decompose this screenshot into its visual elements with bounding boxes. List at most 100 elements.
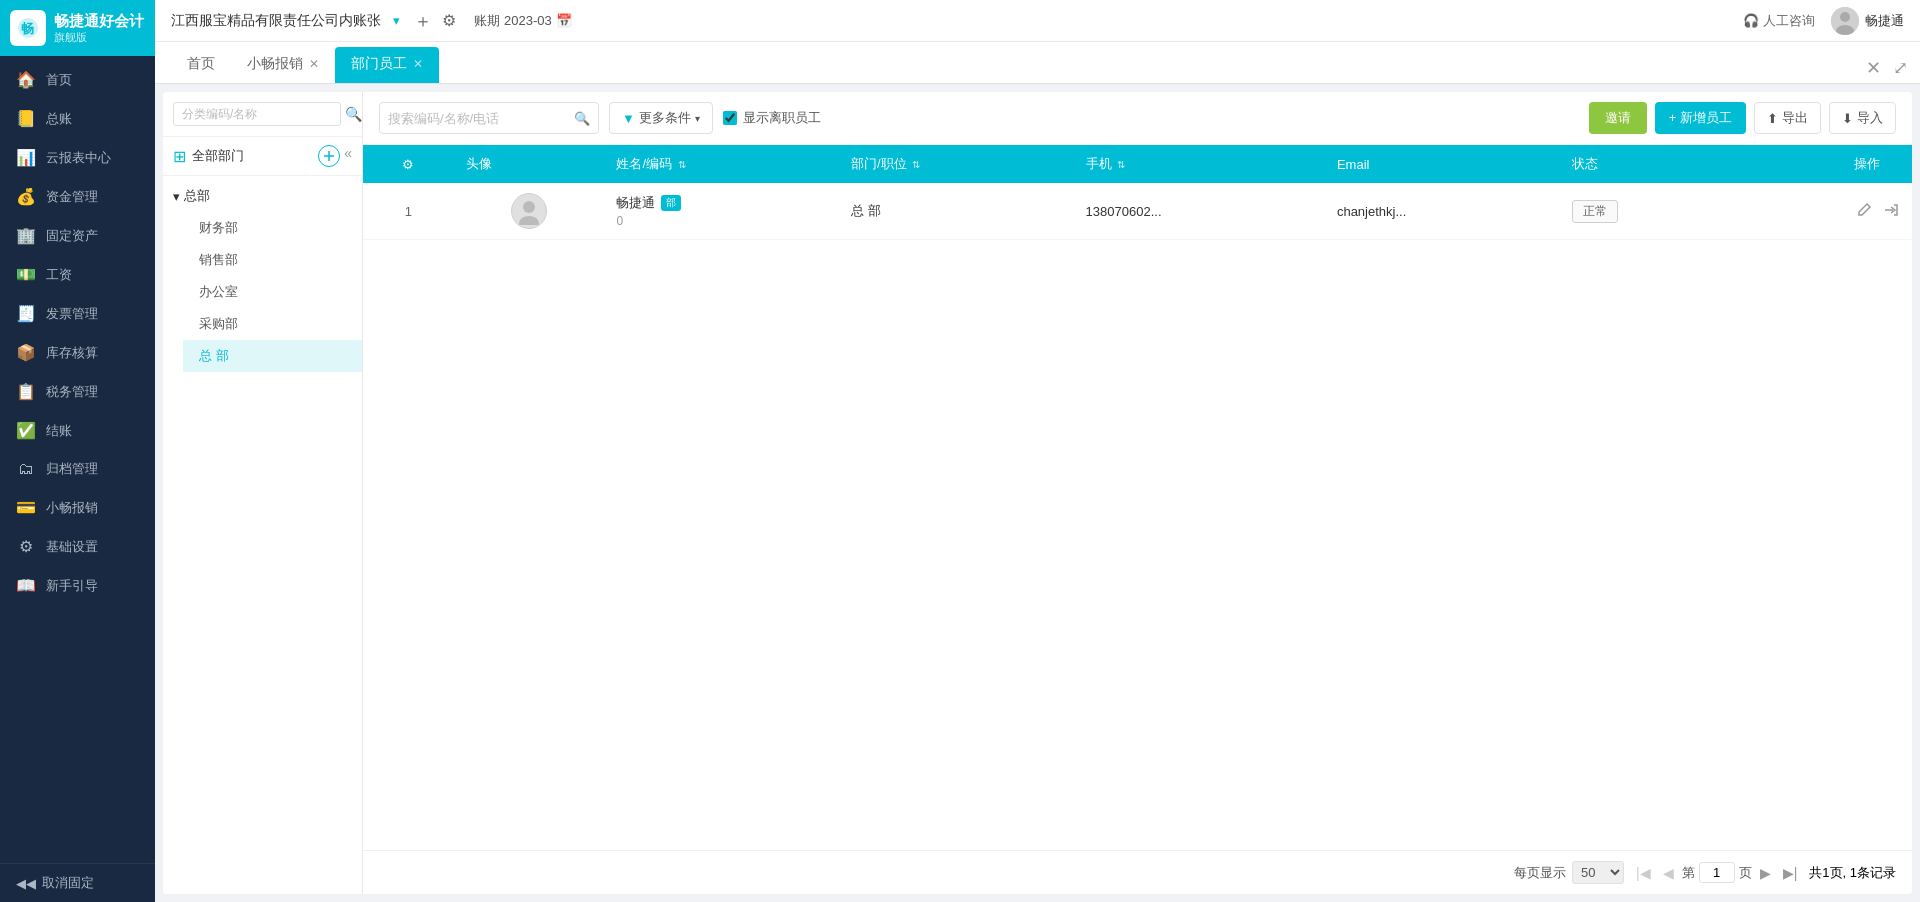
user-btn[interactable]: 畅捷通 — [1831, 7, 1904, 35]
sort-phone-icon: ⇅ — [1117, 159, 1125, 170]
service-btn[interactable]: 🎧 人工咨询 — [1743, 12, 1815, 30]
per-page-select[interactable]: 50 10 20 100 — [1572, 861, 1624, 884]
tab-xiaochang-close[interactable]: ✕ — [309, 57, 319, 71]
dept-general-dept-label: 总 部 — [199, 347, 229, 365]
show-resigned-checkbox[interactable] — [723, 111, 737, 125]
edit-icon[interactable] — [1856, 202, 1872, 221]
prev-page-btn[interactable]: ◀ — [1659, 863, 1678, 883]
tab-close-btn[interactable]: ✕ — [1862, 53, 1885, 83]
row-email: chanjethkj... — [1325, 183, 1560, 240]
employee-avatar — [511, 193, 547, 229]
sidebar-item-tax[interactable]: 📋 税务管理 — [0, 372, 155, 411]
collapse-icon[interactable]: « — [344, 145, 352, 167]
dept-purchase-label: 采购部 — [199, 315, 238, 333]
user-name: 畅捷通 — [1865, 12, 1904, 30]
main-area: 江西服宝精品有限责任公司内账张 ▾ ＋ ⚙ 账期 2023-03 📅 🎧 人工咨… — [155, 0, 1920, 902]
sidebar-item-ledger[interactable]: 📒 总账 — [0, 99, 155, 138]
settle-icon: ✅ — [16, 421, 36, 440]
dept-item-office[interactable]: 办公室 — [183, 276, 362, 308]
sidebar-item-salary[interactable]: 💵 工资 — [0, 255, 155, 294]
period-value: 2023-03 — [504, 13, 552, 28]
sidebar-label-settle: 结账 — [46, 422, 72, 440]
dept-search-icon[interactable]: 🔍 — [345, 106, 362, 122]
next-page-btn[interactable]: ▶ — [1756, 863, 1775, 883]
dept-panel: 🔍 ⊞ 全部部门 « ▾ 总部 — [163, 92, 363, 894]
dept-tree: ▾ 总部 财务部 销售部 办公室 采购部 — [163, 176, 362, 894]
dept-item-sales[interactable]: 销售部 — [183, 244, 362, 276]
sidebar-item-archive[interactable]: 🗂 归档管理 — [0, 450, 155, 488]
tab-dept-label: 部门员工 — [351, 55, 407, 73]
period-label: 账期 — [474, 12, 500, 30]
company-dropdown-icon[interactable]: ▾ — [393, 13, 400, 28]
invite-button[interactable]: 邀请 — [1589, 102, 1647, 134]
sidebar-item-inventory[interactable]: 📦 库存核算 — [0, 333, 155, 372]
dept-search-input[interactable] — [173, 102, 341, 126]
last-page-btn[interactable]: ▶| — [1779, 863, 1802, 883]
sort-dept-icon: ⇅ — [912, 159, 920, 170]
expand-icon: ▾ — [173, 189, 180, 204]
dept-item-purchase[interactable]: 采购部 — [183, 308, 362, 340]
sidebar-item-settings[interactable]: ⚙ 基础设置 — [0, 527, 155, 566]
sidebar-item-assets[interactable]: 🏢 固定资产 — [0, 216, 155, 255]
sidebar-item-invoice[interactable]: 🧾 发票管理 — [0, 294, 155, 333]
import-button[interactable]: ⬇ 导入 — [1829, 102, 1896, 134]
per-page-area: 每页显示 50 10 20 100 — [1514, 861, 1624, 884]
row-status: 正常 — [1560, 183, 1736, 240]
pin-label: 取消固定 — [42, 874, 94, 892]
tab-bar-actions: ✕ ⤢ — [1862, 53, 1920, 83]
logout-icon[interactable] — [1884, 202, 1900, 221]
app-logo: 畅 畅捷通好会计 旗舰版 — [0, 0, 155, 56]
dept-item-general-parent[interactable]: ▾ 总部 — [163, 180, 362, 212]
sidebar-item-fund[interactable]: 💰 资金管理 — [0, 177, 155, 216]
tab-home[interactable]: 首页 — [171, 47, 231, 83]
sidebar-label-fund: 资金管理 — [46, 188, 98, 206]
tab-dept-close[interactable]: ✕ — [413, 57, 423, 71]
app-name: 畅捷通好会计 — [54, 12, 144, 30]
calendar-icon[interactable]: 📅 — [556, 13, 572, 28]
col-settings[interactable]: ⚙ — [363, 145, 454, 183]
page-number-input[interactable] — [1699, 862, 1735, 883]
sidebar-item-settle[interactable]: ✅ 结账 — [0, 411, 155, 450]
all-dept-label: 全部部门 — [192, 147, 244, 165]
dept-office-label: 办公室 — [199, 283, 238, 301]
employee-dept-badge: 部 — [661, 195, 681, 211]
export-button[interactable]: ⬆ 导出 — [1754, 102, 1821, 134]
employee-search-icon[interactable]: 🔍 — [566, 111, 598, 126]
sidebar-label-invoice: 发票管理 — [46, 305, 98, 323]
sidebar-pin[interactable]: ◀◀ 取消固定 — [0, 863, 155, 902]
svg-text:畅: 畅 — [21, 21, 34, 36]
sidebar-item-home[interactable]: 🏠 首页 — [0, 60, 155, 99]
tab-xiaochang-label: 小畅报销 — [247, 55, 303, 73]
filter-btn[interactable]: ▼ 更多条件 ▾ — [609, 102, 713, 134]
per-page-label: 每页显示 — [1514, 864, 1566, 882]
sidebar-label-ledger: 总账 — [46, 110, 72, 128]
tab-expand-btn[interactable]: ⤢ — [1889, 53, 1912, 83]
dept-add-btn[interactable] — [318, 145, 340, 167]
import-label: 导入 — [1857, 109, 1883, 127]
first-page-btn[interactable]: |◀ — [1632, 863, 1655, 883]
col-phone[interactable]: 手机 ⇅ — [1074, 145, 1325, 183]
row-dept: 总 部 — [839, 183, 1074, 240]
topbar-right: 🎧 人工咨询 畅捷通 — [1743, 7, 1904, 35]
sidebar-item-xiaochang[interactable]: 💳 小畅报销 — [0, 488, 155, 527]
page-label: 第 — [1682, 864, 1695, 882]
add-company-icon[interactable]: ＋ — [414, 9, 432, 33]
sidebar-item-guide[interactable]: 📖 新手引导 — [0, 566, 155, 605]
sidebar-nav: 🏠 首页 📒 总账 📊 云报表中心 💰 资金管理 🏢 固定资产 💵 工资 🧾 发… — [0, 56, 155, 863]
tab-xiaochang[interactable]: 小畅报销 ✕ — [231, 47, 335, 83]
dept-item-finance[interactable]: 财务部 — [183, 212, 362, 244]
employee-search-input[interactable] — [380, 111, 566, 126]
sidebar-item-reports[interactable]: 📊 云报表中心 — [0, 138, 155, 177]
topbar-settings-icon[interactable]: ⚙ — [442, 11, 456, 30]
svg-point-7 — [523, 201, 535, 213]
row-avatar — [454, 183, 605, 240]
import-icon: ⬇ — [1842, 111, 1853, 126]
col-dept[interactable]: 部门/职位 ⇅ — [839, 145, 1074, 183]
col-name[interactable]: 姓名/编码 ⇅ — [604, 145, 839, 183]
tab-dept-employee[interactable]: 部门员工 ✕ — [335, 47, 439, 83]
dept-item-general-dept[interactable]: 总 部 — [183, 340, 362, 372]
sidebar-label-tax: 税务管理 — [46, 383, 98, 401]
col-email: Email — [1325, 145, 1560, 183]
add-employee-button[interactable]: + 新增员工 — [1655, 102, 1746, 134]
export-label: 导出 — [1782, 109, 1808, 127]
